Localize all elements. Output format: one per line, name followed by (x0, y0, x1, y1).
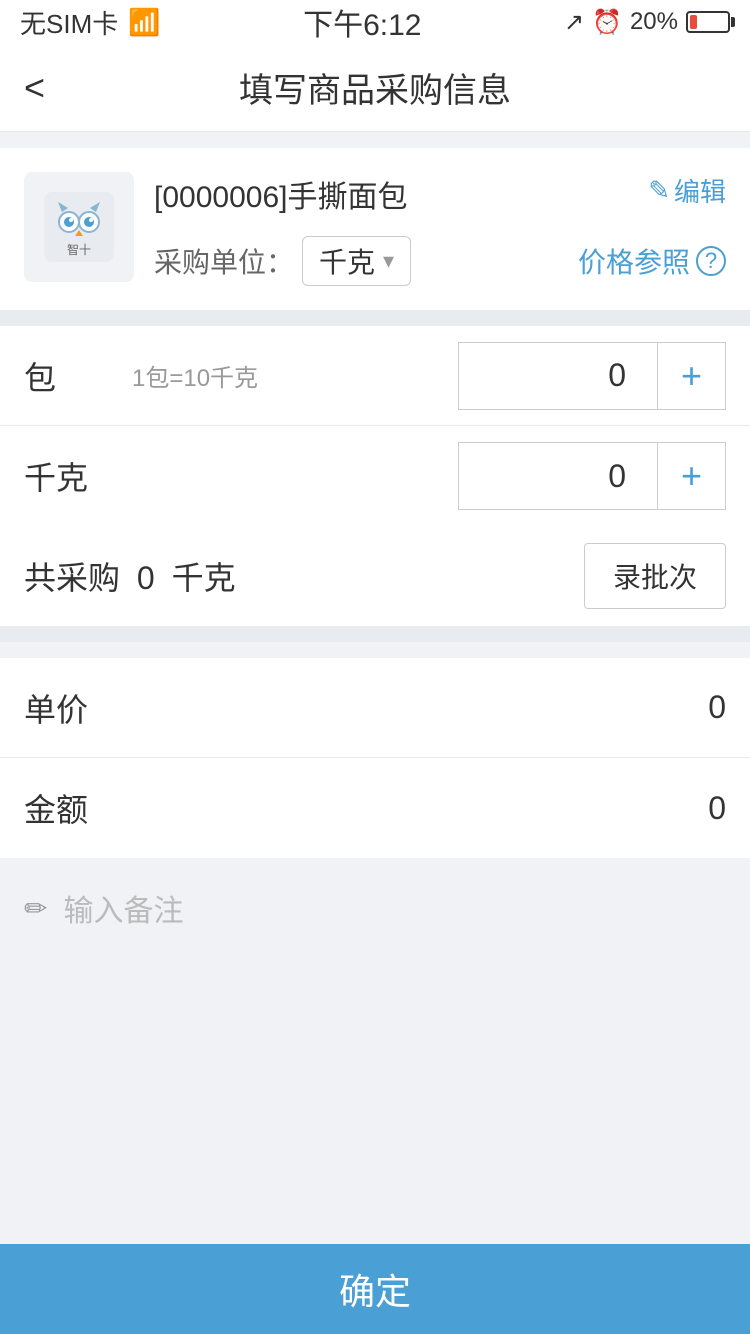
unit-row: 采购单位： 千克 ▾ 价格参照 ? (154, 236, 726, 286)
edit-label: 编辑 (674, 172, 726, 209)
product-header-row: [0000006]手撕面包 ✎ 编辑 (154, 172, 726, 216)
bag-input-row: 包 1包=10千克 + (0, 326, 750, 426)
amount-value: 0 (708, 790, 726, 827)
total-label: 共采购 0 千克 (24, 553, 236, 599)
product-card: 智十 [0000006]手撕面包 ✎ 编辑 采购单位： 千克 ▾ 价格参照 (0, 148, 750, 310)
unit-price-row: 单价 0 (0, 658, 750, 758)
kg-label: 千克 (24, 453, 124, 499)
price-reference-button[interactable]: 价格参照 ? (578, 241, 726, 281)
back-button[interactable]: < (24, 67, 45, 109)
product-logo: 智十 (44, 192, 114, 262)
product-info: [0000006]手撕面包 ✎ 编辑 采购单位： 千克 ▾ 价格参照 ? (154, 172, 726, 286)
batch-button[interactable]: 录批次 (584, 543, 726, 609)
bag-plus-button[interactable]: + (658, 342, 726, 410)
kg-quantity-wrap: + (458, 442, 726, 510)
wifi-icon: 📶 (128, 7, 160, 38)
total-row: 共采购 0 千克 录批次 (0, 526, 750, 626)
svg-text:智十: 智十 (67, 242, 91, 257)
kg-input-row: 千克 + (0, 426, 750, 526)
product-name: [0000006]手撕面包 (154, 172, 648, 216)
unit-label: 采购单位： (154, 241, 294, 281)
bag-quantity-wrap: + (458, 342, 726, 410)
section-divider-2 (0, 626, 750, 642)
bag-hint: 1包=10千克 (132, 358, 258, 393)
help-icon: ? (696, 246, 726, 276)
pencil-icon: ✏ (24, 892, 47, 925)
edit-icon: ✎ (648, 175, 670, 206)
remarks-section[interactable]: ✏ 输入备注 (0, 858, 750, 958)
status-time: 下午6:12 (303, 0, 421, 44)
edit-button[interactable]: ✎ 编辑 (648, 172, 726, 209)
price-section: 单价 0 金额 0 (0, 658, 750, 858)
alarm-icon: ⏰ (592, 8, 622, 37)
unit-price-value: 0 (708, 689, 726, 726)
unit-select[interactable]: 千克 ▾ (302, 236, 411, 286)
section-divider-1 (0, 310, 750, 326)
chevron-down-icon: ▾ (383, 248, 394, 274)
confirm-button[interactable]: 确定 (0, 1244, 750, 1334)
price-ref-label: 价格参照 (578, 241, 690, 281)
unit-value: 千克 (319, 241, 375, 281)
amount-row: 金额 0 (0, 758, 750, 858)
battery-fill (690, 15, 697, 29)
status-right: ↗ ⏰ 20% (564, 8, 730, 37)
input-section: 包 1包=10千克 + 千克 + (0, 326, 750, 526)
location-icon: ↗ (564, 8, 584, 37)
bag-quantity-input[interactable] (458, 342, 658, 410)
unit-price-label: 单价 (24, 685, 88, 731)
bag-label: 包 (24, 353, 124, 399)
content-spacer (0, 958, 750, 1258)
status-left: 无SIM卡 📶 (20, 4, 161, 41)
remarks-placeholder: 输入备注 (63, 886, 183, 930)
battery-icon (686, 11, 730, 33)
battery-percent: 20% (630, 8, 678, 36)
total-value: 0 (137, 560, 155, 596)
amount-label: 金额 (24, 785, 88, 831)
page-title: 填写商品采购信息 (239, 63, 511, 112)
kg-quantity-input[interactable] (458, 442, 658, 510)
status-bar: 无SIM卡 📶 下午6:12 ↗ ⏰ 20% (0, 0, 750, 44)
page-header: < 填写商品采购信息 (0, 44, 750, 132)
product-image: 智十 (24, 172, 134, 282)
kg-plus-button[interactable]: + (658, 442, 726, 510)
carrier-text: 无SIM卡 (20, 4, 118, 41)
